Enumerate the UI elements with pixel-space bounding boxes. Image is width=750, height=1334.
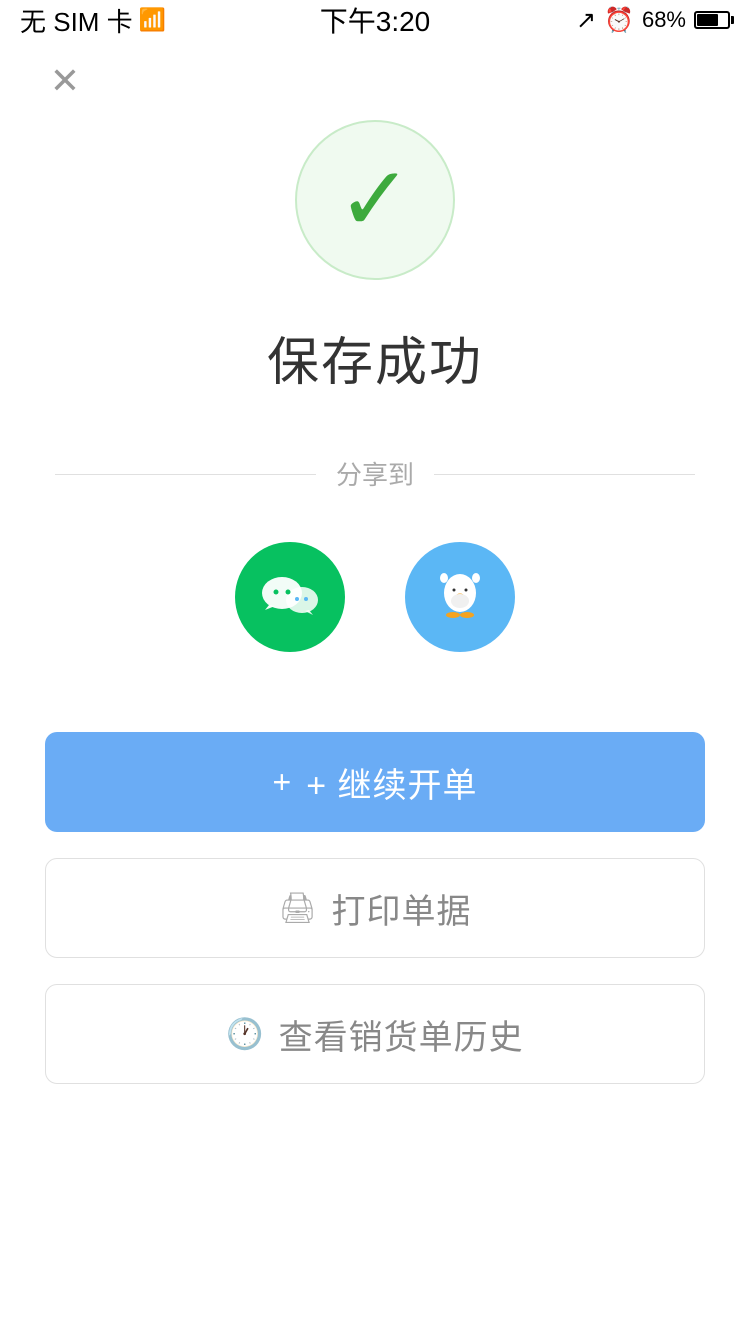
alarm-icon: ⏰ (604, 6, 634, 35)
wifi-icon: 📶 (139, 7, 166, 33)
status-left: 无 SIM 卡 📶 (20, 2, 166, 39)
status-bar: 无 SIM 卡 📶 下午3:20 ↗ ⏰ 68% (0, 0, 750, 40)
printer-icon: 🖨 (278, 891, 317, 926)
print-label: 打印单据 (332, 884, 472, 933)
continue-label: + 继续开单 (306, 758, 477, 807)
battery-icon (694, 11, 730, 29)
battery-text: 68% (642, 7, 686, 33)
history-label: 查看销货单历史 (279, 1010, 524, 1059)
no-sim-text: 无 SIM 卡 (20, 2, 133, 39)
share-divider: 分享到 (55, 455, 695, 492)
history-button[interactable]: 🕐 查看销货单历史 (45, 984, 705, 1084)
print-button[interactable]: 🖨 打印单据 (45, 858, 705, 958)
wechat-icon (255, 562, 325, 632)
success-circle: ✓ (295, 120, 455, 280)
location-icon: ↗ (576, 6, 596, 35)
wechat-share-button[interactable] (235, 542, 345, 652)
qq-icon (428, 565, 493, 630)
checkmark-icon: ✓ (337, 155, 412, 245)
action-buttons: + + 继续开单 🖨 打印单据 🕐 查看销货单历史 (45, 732, 705, 1084)
close-button[interactable]: ✕ (40, 56, 90, 106)
status-time: 下午3:20 (320, 0, 431, 40)
qq-share-button[interactable] (405, 542, 515, 652)
history-icon: 🕐 (226, 1017, 264, 1052)
status-right: ↗ ⏰ 68% (576, 6, 730, 35)
share-label: 分享到 (316, 455, 434, 492)
plus-icon: + (273, 764, 293, 801)
close-icon: ✕ (50, 63, 80, 99)
share-icons (235, 542, 515, 652)
success-title: 保存成功 (267, 320, 483, 395)
continue-button[interactable]: + + 继续开单 (45, 732, 705, 832)
main-content: ✓ 保存成功 分享到 (0, 40, 750, 1084)
